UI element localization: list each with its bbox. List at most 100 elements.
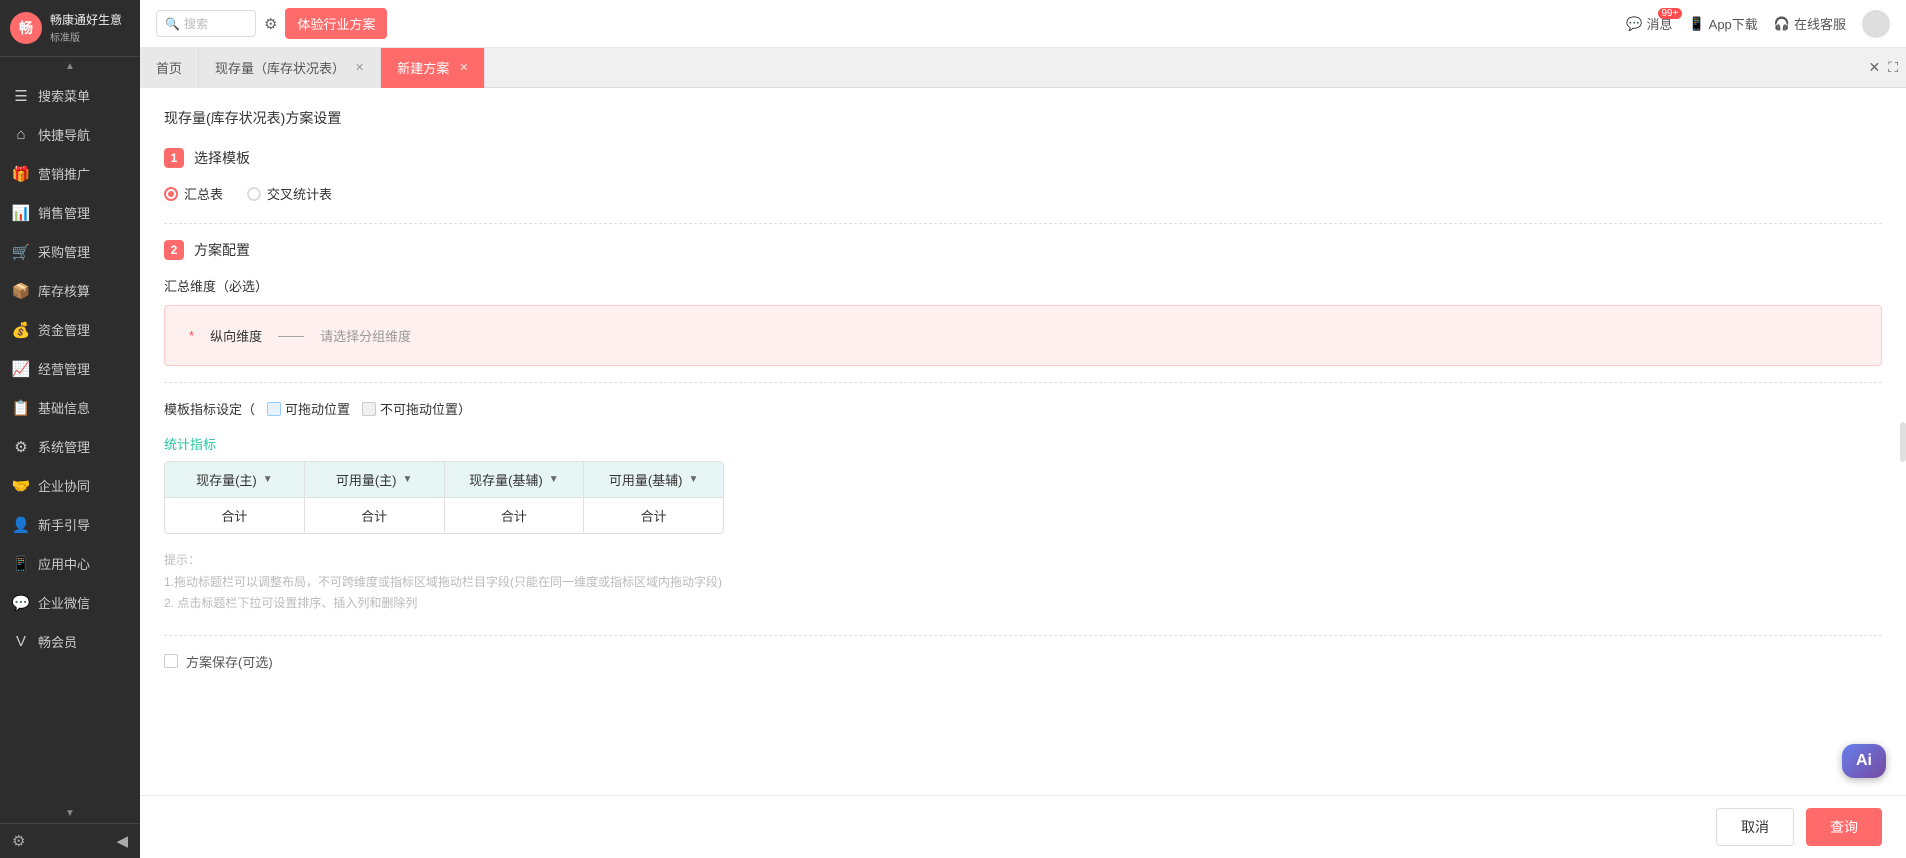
system-icon: ⚙	[12, 438, 30, 456]
wechat-icon: 💬	[12, 594, 30, 612]
stats-col-3-label: 可用量(基辅)	[609, 470, 683, 489]
sidebar-item-wechat[interactable]: 💬 企业微信	[0, 583, 140, 622]
stats-col-0: 现存量(主) ▼	[165, 462, 305, 497]
sidebar-item-label: 库存核算	[38, 281, 90, 300]
sidebar-item-label: 企业协同	[38, 476, 90, 495]
dim-label: 汇总维度（必选）	[164, 276, 1882, 295]
divider2	[164, 382, 1882, 383]
sidebar-scroll-down[interactable]: ▼	[0, 804, 140, 823]
quick-nav-icon: ⌂	[12, 126, 30, 144]
sidebar-item-operation[interactable]: 📈 经营管理	[0, 349, 140, 388]
sidebar-item-system[interactable]: ⚙ 系统管理	[0, 427, 140, 466]
radio-summary[interactable]	[164, 187, 178, 201]
sidebar-item-new-guide[interactable]: 👤 新手引导	[0, 505, 140, 544]
nodrag-label: 不可拖动位置）	[380, 399, 471, 418]
tab-home-label: 首页	[156, 58, 182, 77]
stats-table-row-0: 合计 合计 合计 合计	[165, 497, 723, 533]
user-avatar	[1862, 10, 1890, 38]
tab-home[interactable]: 首页	[140, 48, 199, 88]
stats-cell-0-0: 合计	[165, 498, 305, 533]
stats-cell-0-3: 合计	[584, 498, 723, 533]
cancel-button[interactable]: 取消	[1716, 808, 1794, 846]
sidebar-item-label: 资金管理	[38, 320, 90, 339]
trial-btn[interactable]: 体验行业方案	[285, 8, 387, 39]
sidebar-toggle-icon[interactable]: ◀	[116, 832, 128, 850]
page-title: 现存量(库存状况表)方案设置	[164, 108, 1882, 128]
topbar-search-box[interactable]: 🔍 搜索	[156, 10, 256, 37]
sidebar-item-label: 经营管理	[38, 359, 90, 378]
sidebar-item-purchase[interactable]: 🛒 采购管理	[0, 232, 140, 271]
tips-area: 提示： 1.拖动标题栏可以调整布局，不可跨维度或指标区域拖动栏目字段(只能在同一…	[164, 550, 1882, 615]
query-button[interactable]: 查询	[1806, 808, 1882, 846]
sidebar-settings-icon[interactable]: ⚙	[12, 832, 25, 850]
tab-inventory-status[interactable]: 现存量（库存状况表） ✕	[199, 48, 381, 88]
stats-col-3: 可用量(基辅) ▼	[584, 462, 723, 497]
sidebar-item-label: 销售管理	[38, 203, 90, 222]
sidebar-scroll-up[interactable]: ▲	[0, 57, 140, 76]
sidebar-item-search-menu[interactable]: ☰ 搜索菜单	[0, 76, 140, 115]
main-area: 🔍 搜索 ⚙ 体验行业方案 💬 消息 99+ 📱 App下载 🎧 在线客服	[140, 0, 1906, 858]
tabs-bar: 首页 现存量（库存状况表） ✕ 新建方案 ✕ ✕ ⛶	[140, 48, 1906, 88]
nodrag-box	[362, 402, 376, 416]
user-area[interactable]	[1862, 10, 1890, 38]
sidebar-item-basic-info[interactable]: 📋 基础信息	[0, 388, 140, 427]
sidebar-item-finance[interactable]: 💰 资金管理	[0, 310, 140, 349]
divider1	[164, 223, 1882, 224]
tip-2: 2. 点击标题栏下拉可设置排序、插入列和删除列	[164, 593, 1882, 615]
stats-col-1-label: 可用量(主)	[336, 470, 397, 489]
section-choose-template: 1 选择模板 汇总表 交叉统计表	[164, 148, 1882, 203]
sidebar-item-sales[interactable]: 📊 销售管理	[0, 193, 140, 232]
stats-col-2-chevron[interactable]: ▼	[549, 474, 559, 485]
sidebar-item-app-center[interactable]: 📱 应用中心	[0, 544, 140, 583]
app-download-btn[interactable]: 📱 App下载	[1688, 14, 1757, 33]
sidebar-item-label: 畅会员	[38, 632, 77, 651]
sidebar-item-inventory[interactable]: 📦 库存核算	[0, 271, 140, 310]
nodrag-indicator: 不可拖动位置）	[362, 399, 471, 418]
indicator-settings: 模板指标设定（ 可拖动位置 不可拖动位置）	[164, 399, 1882, 418]
section1-title: 选择模板	[194, 148, 250, 168]
stats-col-0-chevron[interactable]: ▼	[263, 474, 273, 485]
sidebar-item-marketing[interactable]: 🎁 营销推广	[0, 154, 140, 193]
stats-label: 统计指标	[164, 434, 1882, 453]
sidebar-item-label: 基础信息	[38, 398, 90, 417]
operation-icon: 📈	[12, 360, 30, 378]
template-option-cross[interactable]: 交叉统计表	[247, 184, 332, 203]
stats-col-2-label: 现存量(基辅)	[469, 470, 543, 489]
online-service-btn[interactable]: 🎧 在线客服	[1774, 14, 1846, 33]
divider3	[164, 635, 1882, 636]
sidebar-item-membership[interactable]: V 畅会员	[0, 622, 140, 661]
ai-label: Ai	[1856, 752, 1872, 769]
tab-new-plan-close[interactable]: ✕	[459, 61, 468, 74]
messages-btn[interactable]: 💬 消息 99+	[1626, 14, 1672, 33]
search-menu-icon: ☰	[12, 87, 30, 105]
dim-vertical-label: 纵向维度	[210, 326, 262, 345]
sidebar-item-label: 新手引导	[38, 515, 90, 534]
sidebar-item-enterprise[interactable]: 🤝 企业协同	[0, 466, 140, 505]
stats-cell-0-2: 合计	[445, 498, 585, 533]
dim-placeholder[interactable]: 请选择分组维度	[320, 326, 411, 345]
sidebar-item-label: 企业微信	[38, 593, 90, 612]
sidebar-item-quick-nav[interactable]: ⌂ 快捷导航	[0, 115, 140, 154]
sales-icon: 📊	[12, 204, 30, 222]
save-option[interactable]: 方案保存(可选)	[164, 652, 1882, 671]
draggable-label: 可拖动位置	[285, 399, 350, 418]
tab-close-icon[interactable]: ✕	[1868, 59, 1880, 76]
ai-button[interactable]: Ai	[1842, 744, 1886, 778]
radio-cross[interactable]	[247, 187, 261, 201]
search-text: 搜索	[184, 15, 208, 32]
stats-col-1-chevron[interactable]: ▼	[403, 474, 413, 485]
section2-title: 方案配置	[194, 240, 250, 260]
save-checkbox[interactable]	[164, 654, 178, 668]
tab-inventory-close[interactable]: ✕	[355, 61, 364, 74]
stats-col-3-chevron[interactable]: ▼	[689, 474, 699, 485]
tip-1: 1.拖动标题栏可以调整布局，不可跨维度或指标区域拖动栏目字段(只能在同一维度或指…	[164, 572, 1882, 594]
tips-title: 提示：	[164, 553, 200, 567]
sidebar-logo: 畅 畅康通好生意 标准版	[0, 0, 140, 57]
template-option-summary[interactable]: 汇总表	[164, 184, 223, 203]
tab-expand-icon[interactable]: ⛶	[1888, 59, 1898, 76]
right-scroll-indicator	[1900, 422, 1906, 462]
tab-new-plan[interactable]: 新建方案 ✕	[381, 48, 485, 88]
gear-icon[interactable]: ⚙	[264, 15, 277, 33]
section1-header: 1 选择模板	[164, 148, 1882, 168]
sidebar-item-label: 采购管理	[38, 242, 90, 261]
